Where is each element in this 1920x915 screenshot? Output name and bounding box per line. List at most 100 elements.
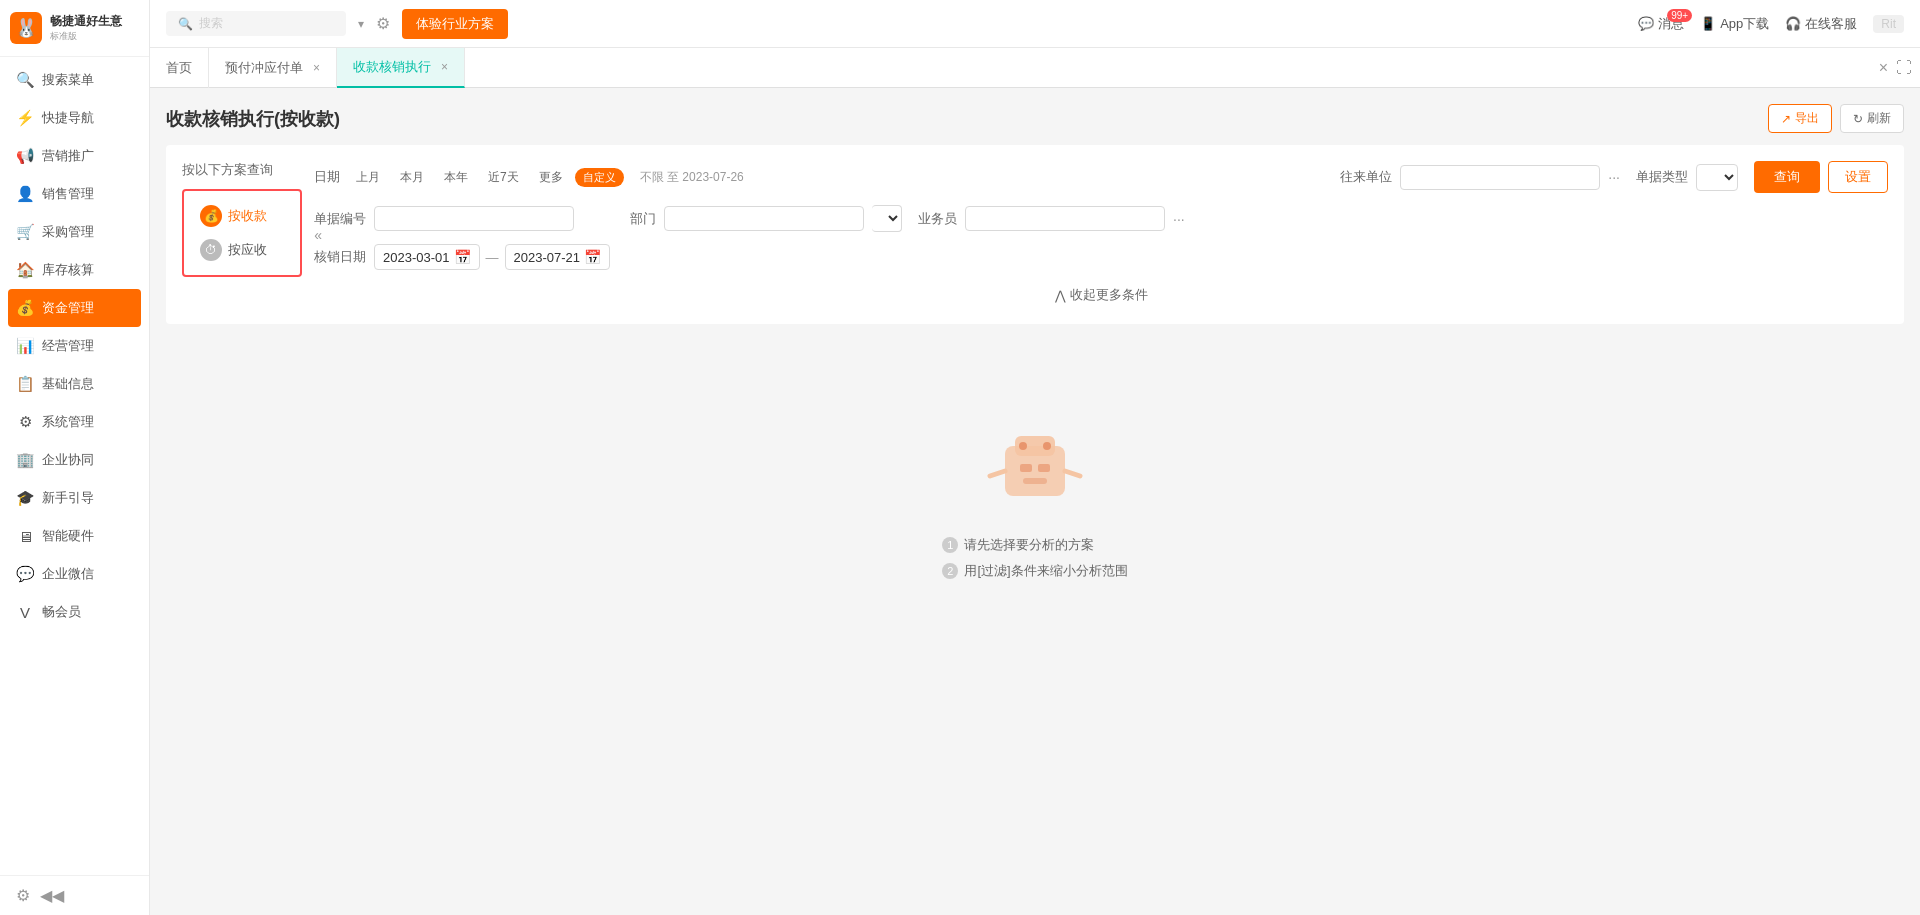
purchase-icon: 🛒 — [16, 223, 34, 241]
base-icon: 📋 — [16, 375, 34, 393]
settings-icon[interactable]: ⚙ — [16, 886, 30, 905]
counterparty-ellipsis[interactable]: ··· — [1608, 169, 1620, 185]
filter-collapse-icon[interactable]: « — [314, 227, 322, 243]
counterparty-input[interactable] — [1400, 165, 1600, 190]
sidebar-item-label-search: 搜索菜单 — [42, 71, 94, 89]
verify-date-range: 2023-03-01 📅 — 2023-07-21 📅 — [374, 244, 610, 270]
sidebar-item-operations[interactable]: 📊 经营管理 — [0, 327, 149, 365]
tab-collection[interactable]: 收款核销执行 × — [337, 48, 465, 88]
collapse-sidebar-icon[interactable]: ◀◀ — [40, 886, 64, 905]
sidebar-item-label-sales: 销售管理 — [42, 185, 94, 203]
tabbar-expand-icon[interactable]: ⛶ — [1896, 59, 1912, 77]
refresh-button[interactable]: ↻ 刷新 — [1840, 104, 1904, 133]
sidebar-item-label-operations: 经营管理 — [42, 337, 94, 355]
empty-tip-1: 1 请先选择要分析的方案 — [942, 532, 1127, 558]
industry-solution-button[interactable]: 体验行业方案 — [402, 9, 508, 39]
tab-collection-close[interactable]: × — [441, 60, 448, 74]
sidebar-item-label-marketing: 营销推广 — [42, 147, 94, 165]
topbar-gear-icon[interactable]: ⚙ — [376, 14, 390, 33]
filter-option-by-receipt[interactable]: 💰 按收款 — [192, 199, 292, 233]
refresh-icon: ↻ — [1853, 112, 1863, 126]
sidebar-item-finance[interactable]: 💰 资金管理 — [8, 289, 141, 327]
date-more-btn[interactable]: 更多 — [531, 167, 571, 188]
app-download-button[interactable]: 📱 App下载 — [1700, 15, 1769, 33]
tabbar-close-all-icon[interactable]: × — [1879, 59, 1888, 77]
message-icon: 💬 — [1638, 16, 1654, 31]
sidebar-item-label-vip: 畅会员 — [42, 603, 81, 621]
verify-date-start-input[interactable]: 2023-03-01 📅 — [374, 244, 480, 270]
dept-field: 部门 — [630, 205, 902, 232]
dept-input[interactable] — [664, 206, 864, 231]
doc-no-field: 单据编号 — [314, 206, 574, 231]
sidebar-item-inventory[interactable]: 🏠 库存核算 — [0, 251, 149, 289]
sidebar-item-sales[interactable]: 👤 销售管理 — [0, 175, 149, 213]
staff-ellipsis[interactable]: ··· — [1173, 211, 1185, 227]
export-button[interactable]: ↗ 导出 — [1768, 104, 1832, 133]
sidebar-item-guide[interactable]: 🎓 新手引导 — [0, 479, 149, 517]
filter-row-3: 核销日期 2023-03-01 📅 — 2023-07-21 📅 — [314, 244, 1888, 270]
guide-icon: 🎓 — [16, 489, 34, 507]
sidebar-item-vip[interactable]: V 畅会员 — [0, 593, 149, 631]
counterparty-label: 往来单位 — [1340, 168, 1392, 186]
tab-prepay[interactable]: 预付冲应付单 × — [209, 48, 337, 88]
svg-point-2 — [1019, 442, 1027, 450]
sidebar-item-system[interactable]: ⚙ 系统管理 — [0, 403, 149, 441]
calendar-start-icon[interactable]: 📅 — [454, 249, 471, 265]
user-info[interactable]: Rit — [1873, 15, 1904, 33]
doc-type-label: 单据类型 — [1636, 168, 1688, 186]
filter-panel: 按以下方案查询 💰 按收款 ⏱ 按应收 « — [166, 145, 1904, 324]
empty-state: 1 请先选择要分析的方案 2 用[过滤]条件来缩小分析范围 — [166, 336, 1904, 664]
topbar-chevron-icon[interactable]: ▾ — [358, 17, 364, 31]
wechat-icon: 💬 — [16, 565, 34, 583]
verify-date-end-input[interactable]: 2023-07-21 📅 — [505, 244, 611, 270]
marketing-icon: 📢 — [16, 147, 34, 165]
staff-input[interactable] — [965, 206, 1165, 231]
empty-state-tips: 1 请先选择要分析的方案 2 用[过滤]条件来缩小分析范围 — [942, 532, 1127, 584]
date-this-year-btn[interactable]: 本年 — [436, 167, 476, 188]
sidebar-item-wechat[interactable]: 💬 企业微信 — [0, 555, 149, 593]
sidebar-item-hardware[interactable]: 🖥 智能硬件 — [0, 517, 149, 555]
filter-sidebar: 按以下方案查询 💰 按收款 ⏱ 按应收 « — [182, 161, 302, 308]
setting-button[interactable]: 设置 — [1828, 161, 1888, 193]
sidebar-item-label-finance: 资金管理 — [42, 299, 94, 317]
svg-point-3 — [1043, 442, 1051, 450]
sidebar-item-marketing[interactable]: 📢 营销推广 — [0, 137, 149, 175]
online-service-button[interactable]: 🎧 在线客服 — [1785, 15, 1857, 33]
tab-home[interactable]: 首页 — [150, 48, 209, 88]
sidebar-item-quicknav[interactable]: ⚡ 快捷导航 — [0, 99, 149, 137]
calendar-end-icon[interactable]: 📅 — [584, 249, 601, 265]
tip-num-2: 2 — [942, 563, 958, 579]
dept-select[interactable] — [872, 205, 902, 232]
inventory-icon: 🏠 — [16, 261, 34, 279]
topbar-search[interactable]: 🔍 搜索 — [166, 11, 346, 36]
doc-no-label: 单据编号 — [314, 210, 366, 228]
date-custom-btn[interactable]: 自定义 — [575, 168, 624, 187]
tabbar: 首页 预付冲应付单 × 收款核销执行 × × ⛶ — [150, 48, 1920, 88]
sidebar-item-label-base: 基础信息 — [42, 375, 94, 393]
sidebar-item-purchase[interactable]: 🛒 采购管理 — [0, 213, 149, 251]
svg-rect-5 — [1038, 464, 1050, 472]
doc-type-select[interactable] — [1696, 164, 1738, 191]
date-this-month-btn[interactable]: 本月 — [392, 167, 432, 188]
collapse-more-btn[interactable]: ⋀ 收起更多条件 — [314, 282, 1888, 308]
search-icon: 🔍 — [178, 17, 193, 31]
page-content: 收款核销执行(按收款) ↗ 导出 ↻ 刷新 按以下方案查询 💰 — [150, 88, 1920, 915]
sidebar-item-label-inventory: 库存核算 — [42, 261, 94, 279]
tip-num-1: 1 — [942, 537, 958, 553]
doc-no-input[interactable] — [374, 206, 574, 231]
filter-options-box: 💰 按收款 ⏱ 按应收 — [182, 189, 302, 277]
sidebar-item-base[interactable]: 📋 基础信息 — [0, 365, 149, 403]
page-title: 收款核销执行(按收款) — [166, 107, 340, 131]
sidebar-item-search[interactable]: 🔍 搜索菜单 — [0, 61, 149, 99]
query-button[interactable]: 查询 — [1754, 161, 1820, 193]
search-icon: 🔍 — [16, 71, 34, 89]
sidebar-item-enterprise[interactable]: 🏢 企业协同 — [0, 441, 149, 479]
filter-row-2: 单据编号 部门 业务员 ··· — [314, 205, 1888, 232]
filter-sidebar-title: 按以下方案查询 — [182, 161, 302, 179]
date-7days-btn[interactable]: 近7天 — [480, 167, 527, 188]
tab-prepay-close[interactable]: × — [313, 61, 320, 75]
message-button[interactable]: 💬 消息 99+ — [1638, 15, 1684, 33]
filter-option-by-receivable[interactable]: ⏱ 按应收 — [192, 233, 292, 267]
topbar: 🔍 搜索 ▾ ⚙ 体验行业方案 💬 消息 99+ 📱 App下载 🎧 在线客服 … — [150, 0, 1920, 48]
date-last-month-btn[interactable]: 上月 — [348, 167, 388, 188]
